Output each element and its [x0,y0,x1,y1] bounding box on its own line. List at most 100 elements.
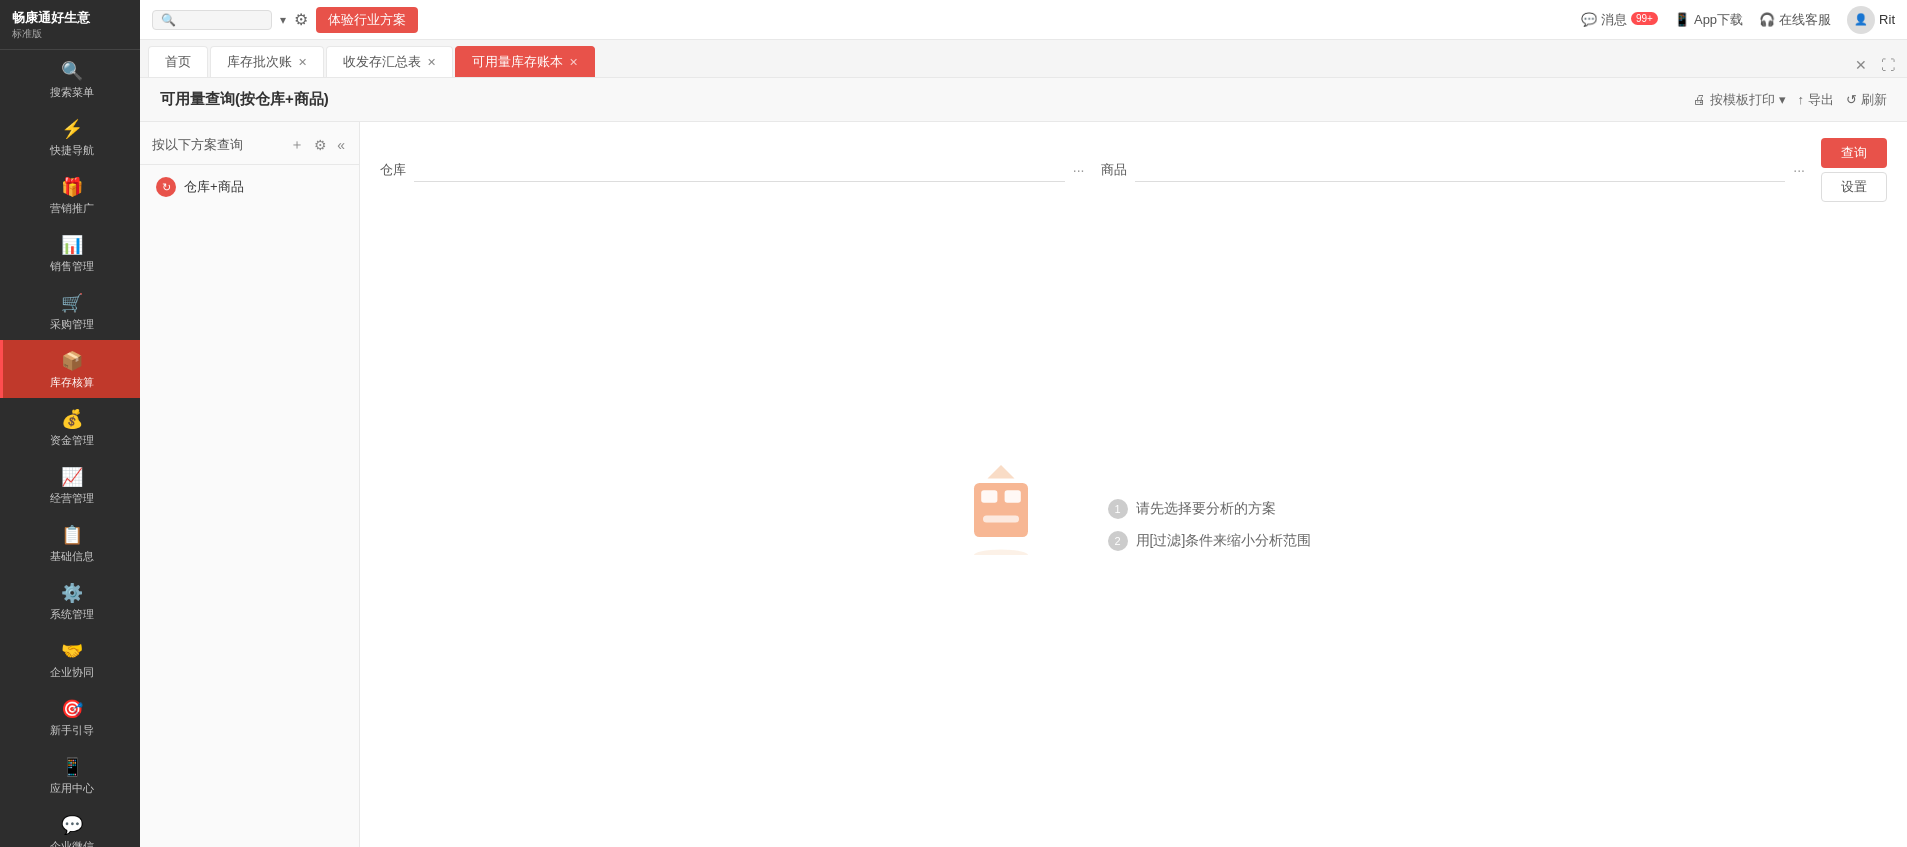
goods-filter-more[interactable]: ··· [1793,162,1805,178]
sidebar-item-shortcut[interactable]: ⚡ 快捷导航 [0,108,140,166]
user-profile-item[interactable]: 👤 Rit [1847,6,1895,34]
sidebar-item-purchase[interactable]: 🛒 采购管理 [0,282,140,340]
tab-close-batch-account[interactable]: ✕ [298,56,307,69]
app-download-item[interactable]: 📱 App下载 [1674,11,1743,29]
sidebar-item-marketing[interactable]: 🎁 营销推广 [0,166,140,224]
sidebar-label-marketing: 营销推广 [50,201,94,216]
tab-label-batch-account: 库存批次账 [227,53,292,71]
sidebar-item-basic[interactable]: 📋 基础信息 [0,514,140,572]
sidebar-label-system: 系统管理 [50,607,94,622]
shortcut-icon: ⚡ [61,118,83,140]
print-action[interactable]: 🖨 按模板打印 ▾ [1693,91,1786,109]
avatar-icon: 👤 [1854,13,1868,26]
svg-point-5 [974,549,1028,554]
goods-filter-input[interactable] [1135,158,1786,182]
scheme-item-label: 仓库+商品 [184,178,244,196]
export-icon: ↑ [1798,92,1805,107]
sidebar-label-operations: 经营管理 [50,491,94,506]
sidebar-item-operations[interactable]: 📈 经营管理 [0,456,140,514]
query-sidebar-title: 按以下方案查询 [152,136,282,154]
marketing-icon: 🎁 [61,176,83,198]
sidebar-item-enterprise[interactable]: 🤝 企业协同 [0,630,140,688]
sidebar-item-finance[interactable]: 💰 资金管理 [0,398,140,456]
empty-tips: 1 请先选择要分析的方案 2 用[过滤]条件来缩小分析范围 [1108,499,1312,551]
maximize-tab-button[interactable]: ⛶ [1877,53,1899,77]
rotate-icon: ↻ [162,181,171,194]
header-gear-button[interactable]: ⚙ [294,10,308,29]
app-download-label: App下载 [1694,11,1743,29]
query-main: 仓库 ··· 商品 ··· 查询 设置 [360,122,1907,847]
industry-button[interactable]: 体验行业方案 [316,7,418,33]
tab-batch-account[interactable]: 库存批次账 ✕ [210,46,324,77]
tab-home[interactable]: 首页 [148,46,208,77]
basic-icon: 📋 [61,524,83,546]
warehouse-filter-label: 仓库 [380,161,406,179]
manage-scheme-button[interactable]: ⚙ [312,135,329,155]
customer-service-item[interactable]: 🎧 在线客服 [1759,11,1831,29]
sidebar-item-inventory[interactable]: 📦 库存核算 [0,340,140,398]
svg-rect-2 [1004,490,1020,503]
page-title: 可用量查询(按仓库+商品) [160,90,329,109]
tip-num-1: 1 [1108,499,1128,519]
sidebar-item-system[interactable]: ⚙️ 系统管理 [0,572,140,630]
header-dropdown-button[interactable]: ▾ [280,13,286,27]
tab-close-available-ledger[interactable]: ✕ [569,56,578,69]
sidebar-item-sales[interactable]: 📊 销售管理 [0,224,140,282]
settings-button[interactable]: 设置 [1821,172,1887,202]
sidebar-label-sales: 销售管理 [50,259,94,274]
action-buttons: 查询 设置 [1821,138,1887,202]
sidebar-label-enterprise: 企业协同 [50,665,94,680]
add-scheme-button[interactable]: ＋ [288,134,306,156]
sidebar-item-apps[interactable]: 📱 应用中心 [0,746,140,804]
warehouse-filter-input[interactable] [414,158,1065,182]
query-button[interactable]: 查询 [1821,138,1887,168]
warehouse-filter-more[interactable]: ··· [1073,162,1085,178]
export-action[interactable]: ↑ 导出 [1798,91,1835,109]
sidebar-label-apps: 应用中心 [50,781,94,796]
main-content: 🔍 ▾ ⚙ 体验行业方案 💬 消息 99+ 📱 App下载 🎧 在线客服 � [140,0,1907,847]
tab-available-ledger[interactable]: 可用量库存账本 ✕ [455,46,595,77]
sidebar-item-search[interactable]: 🔍 搜索菜单 [0,50,140,108]
page-title-bar: 可用量查询(按仓库+商品) 🖨 按模板打印 ▾ ↑ 导出 ↺ 刷新 [140,78,1907,122]
tab-label-home: 首页 [165,53,191,71]
sidebar-label-purchase: 采购管理 [50,317,94,332]
tab-actions: ✕ ⛶ [1851,53,1899,77]
sidebar: 畅康通好生意 标准版 🔍 搜索菜单 ⚡ 快捷导航 🎁 营销推广 📊 销售管理 🛒… [0,0,140,847]
tab-bar: 首页 库存批次账 ✕ 收发存汇总表 ✕ 可用量库存账本 ✕ ✕ ⛶ [140,40,1907,78]
inventory-icon: 📦 [61,350,83,372]
tip-num-2: 2 [1108,531,1128,551]
apps-icon: 📱 [61,756,83,778]
mobile-icon: 📱 [1674,12,1690,27]
tab-close-collect-summary[interactable]: ✕ [427,56,436,69]
query-sidebar-header: 按以下方案查询 ＋ ⚙ « [140,134,359,165]
query-section: 按以下方案查询 ＋ ⚙ « ↻ 仓库+商品 仓库 [140,122,1907,847]
refresh-label: 刷新 [1861,91,1887,109]
sidebar-label-inventory: 库存核算 [50,375,94,390]
scheme-item-warehouse-goods[interactable]: ↻ 仓库+商品 [140,169,359,205]
tab-label-collect-summary: 收发存汇总表 [343,53,421,71]
sidebar-item-wechat[interactable]: 💬 企业微信 [0,804,140,847]
sidebar-label-shortcut: 快捷导航 [50,143,94,158]
header-right: 💬 消息 99+ 📱 App下载 🎧 在线客服 👤 Rit [1581,6,1895,34]
tip-text-2: 用[过滤]条件来缩小分析范围 [1136,532,1312,550]
tab-collect-summary[interactable]: 收发存汇总表 ✕ [326,46,453,77]
title-actions: 🖨 按模板打印 ▾ ↑ 导出 ↺ 刷新 [1693,91,1888,109]
query-filter-row: 仓库 ··· 商品 ··· 查询 设置 [380,138,1887,202]
tab-label-available-ledger: 可用量库存账本 [472,53,563,71]
warehouse-filter-group: 仓库 ··· [380,158,1085,182]
close-tab-button[interactable]: ✕ [1851,53,1871,77]
message-item[interactable]: 💬 消息 99+ [1581,11,1658,29]
sidebar-label-basic: 基础信息 [50,549,94,564]
refresh-icon: ↺ [1846,92,1857,107]
refresh-action[interactable]: ↺ 刷新 [1846,91,1887,109]
collapse-sidebar-button[interactable]: « [335,135,347,155]
empty-tip-1: 1 请先选择要分析的方案 [1108,499,1312,519]
sidebar-label-finance: 资金管理 [50,433,94,448]
user-avatar: 👤 [1847,6,1875,34]
sidebar-item-newbie[interactable]: 🎯 新手引导 [0,688,140,746]
print-dropdown-icon[interactable]: ▾ [1779,92,1786,107]
finance-icon: 💰 [61,408,83,430]
user-name: Rit [1879,12,1895,27]
sidebar-label-search: 搜索菜单 [50,85,94,100]
page-content: 可用量查询(按仓库+商品) 🖨 按模板打印 ▾ ↑ 导出 ↺ 刷新 [140,78,1907,847]
